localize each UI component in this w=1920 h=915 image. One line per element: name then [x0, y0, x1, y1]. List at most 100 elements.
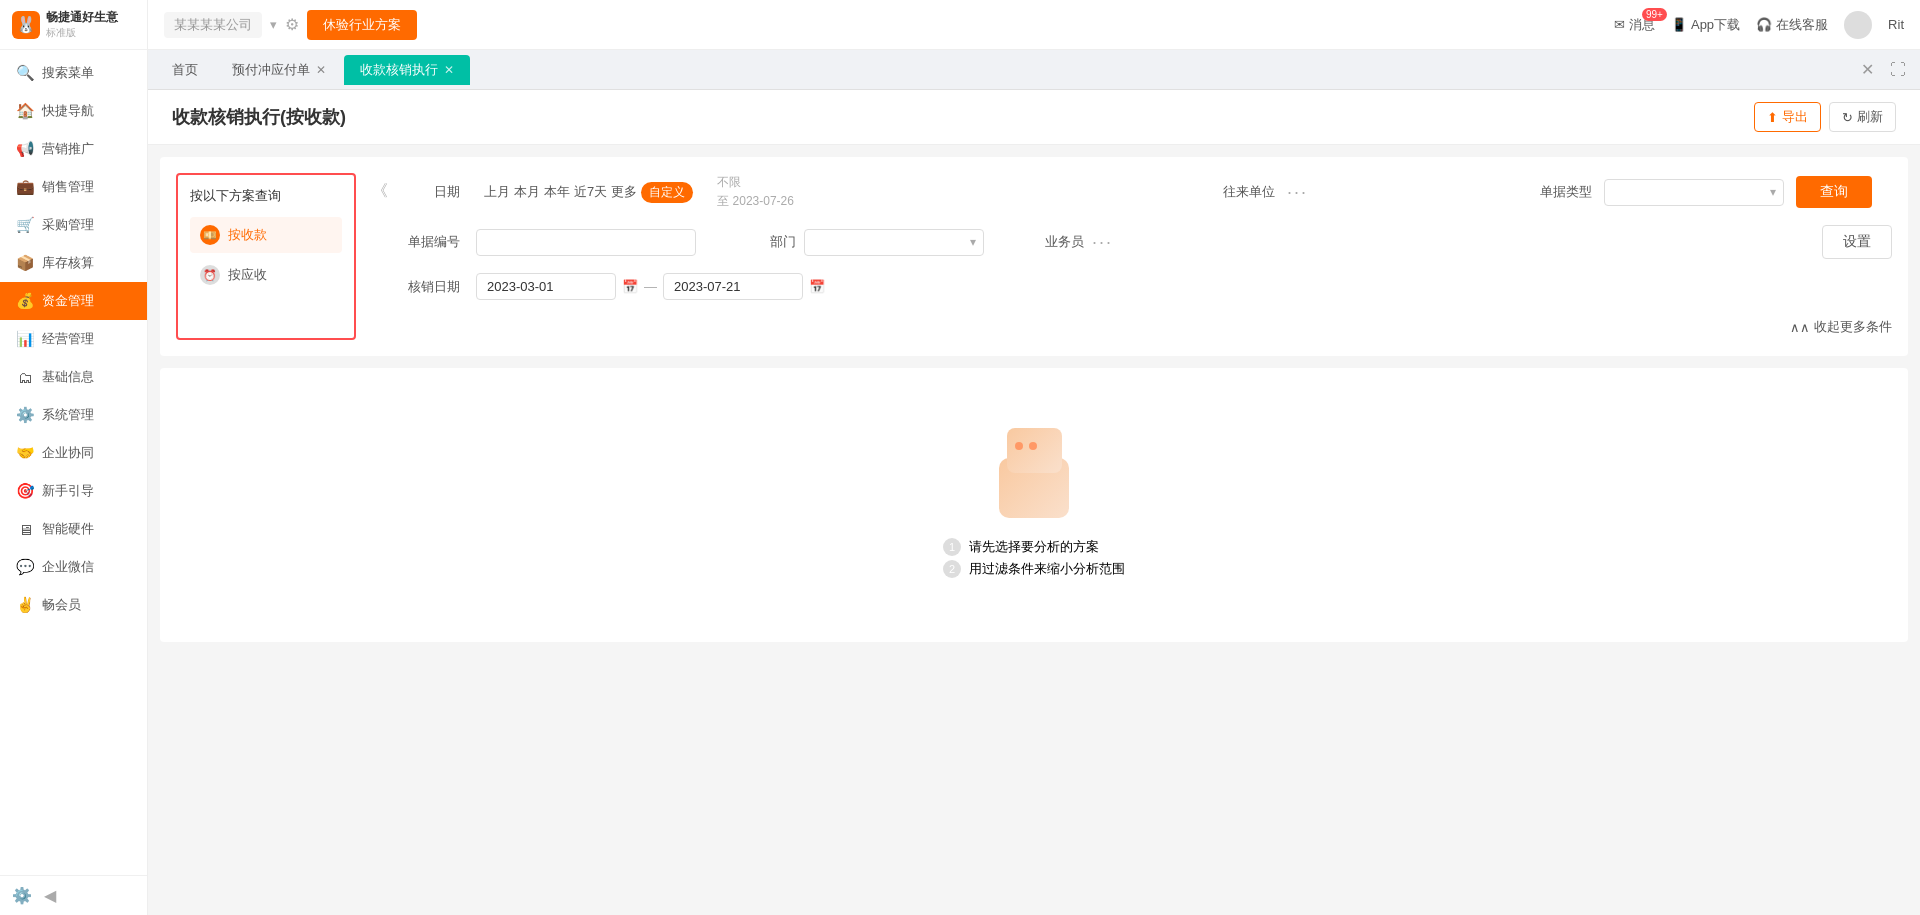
- close-tab-btn[interactable]: ✕: [1855, 58, 1880, 81]
- date-shortcut-more[interactable]: 更多: [611, 183, 637, 201]
- date-shortcut-7days[interactable]: 近7天: [574, 183, 607, 201]
- receivable-option-icon: ⏰: [200, 265, 220, 285]
- filter-row-date: 日期 上月 本月 本年 近7天 更多 自定义 不限 至 2023-07-26: [400, 173, 1892, 211]
- message-btn[interactable]: ✉ 消息 99+: [1614, 16, 1655, 34]
- top-bar-right: ✉ 消息 99+ 📱 App下载 🎧 在线客服 Rit: [1614, 11, 1904, 39]
- message-badge: 99+: [1642, 8, 1667, 21]
- sales-icon: 💼: [16, 178, 34, 196]
- page-header: 收款核销执行(按收款) ⬆ 导出 ↻ 刷新: [148, 90, 1920, 145]
- user-name[interactable]: Rit: [1888, 17, 1904, 32]
- collapse-sidebar-icon[interactable]: ◀: [44, 886, 56, 905]
- main-area: 某某某某公司 ▾ ⚙ 休验行业方案 ✉ 消息 99+ 📱 App下载 🎧 在线客…: [148, 0, 1920, 915]
- refresh-btn[interactable]: ↻ 刷新: [1829, 102, 1896, 132]
- company-dropdown-icon[interactable]: ▾: [270, 17, 277, 32]
- top-bar-left: 某某某某公司 ▾ ⚙ 休验行业方案: [164, 10, 1602, 40]
- staff-label: 业务员: [1024, 233, 1084, 251]
- verify-date-label: 核销日期: [400, 278, 460, 296]
- tab-receipt-cancel[interactable]: 收款核销执行 ✕: [344, 55, 470, 85]
- megaphone-icon: 📢: [16, 140, 34, 158]
- sidebar-item-wechat[interactable]: 💬 企业微信: [0, 548, 147, 586]
- calendar-end-icon[interactable]: 📅: [809, 279, 825, 294]
- search-icon: 🔍: [16, 64, 34, 82]
- sidebar-item-marketing[interactable]: 📢 营销推广: [0, 130, 147, 168]
- gear-icon: ⚙️: [16, 406, 34, 424]
- filter-area: 按以下方案查询 💴 按收款 ⏰ 按应收 《 日期 上月: [160, 157, 1908, 356]
- tip-num-1: 1: [943, 538, 961, 556]
- filter-form: 日期 上月 本月 本年 近7天 更多 自定义 不限 至 2023-07-26: [400, 173, 1892, 340]
- order-type-select-wrapper: [1604, 179, 1784, 206]
- empty-tip-2: 2 用过滤条件来缩小分析范围: [943, 560, 1125, 578]
- box-icon: 📦: [16, 254, 34, 272]
- phone-icon: 📱: [1671, 17, 1687, 32]
- cart-icon: 🛒: [16, 216, 34, 234]
- counterpart-label: 往来单位: [1215, 183, 1275, 201]
- handshake-icon: 🤝: [16, 444, 34, 462]
- page-header-actions: ⬆ 导出 ↻ 刷新: [1754, 102, 1896, 144]
- dept-select[interactable]: [804, 229, 984, 256]
- settings-btn[interactable]: 设置: [1822, 225, 1892, 259]
- filter-sidebar-panel: 按以下方案查询 💴 按收款 ⏰ 按应收: [176, 173, 356, 340]
- order-type-label: 单据类型: [1532, 183, 1592, 201]
- sidebar-menu: 🔍 搜索菜单 🏠 快捷导航 📢 营销推广 💼 销售管理 🛒 采购管理 📦 库存核…: [0, 50, 147, 875]
- dept-select-wrapper: [804, 229, 984, 256]
- topbar-gear-icon[interactable]: ⚙: [285, 15, 299, 34]
- verify-date-start[interactable]: [476, 273, 616, 300]
- page-title: 收款核销执行(按收款): [172, 105, 346, 141]
- staff-input[interactable]: ···: [1092, 232, 1113, 253]
- sidebar-item-search[interactable]: 🔍 搜索菜单: [0, 54, 147, 92]
- sidebar-item-shortcuts[interactable]: 🏠 快捷导航: [0, 92, 147, 130]
- industry-btn[interactable]: 休验行业方案: [307, 10, 417, 40]
- order-no-input[interactable]: [476, 229, 696, 256]
- settings-bottom-icon[interactable]: ⚙️: [12, 886, 32, 905]
- sidebar-item-hardware[interactable]: 🖥 智能硬件: [0, 510, 147, 548]
- collapse-up-icon: ∧∧: [1790, 320, 1810, 335]
- sidebar: 🐰 畅捷通好生意 标准版 🔍 搜索菜单 🏠 快捷导航 📢 营销推广 💼 销售管理…: [0, 0, 148, 915]
- sidebar-bottom: ⚙️ ◀: [0, 875, 147, 915]
- filter-option-by-receivable[interactable]: ⏰ 按应收: [190, 257, 342, 293]
- expand-tab-btn[interactable]: ⛶: [1884, 59, 1912, 81]
- sidebar-item-system[interactable]: ⚙️ 系统管理: [0, 396, 147, 434]
- user-avatar[interactable]: [1844, 11, 1872, 39]
- filter-row-order: 单据编号 部门 业务员 ··· 设置: [400, 225, 1892, 259]
- empty-state: 1 请先选择要分析的方案 2 用过滤条件来缩小分析范围: [160, 368, 1908, 642]
- order-no-label: 单据编号: [400, 233, 460, 251]
- verify-date-end[interactable]: [663, 273, 803, 300]
- sidebar-item-sales[interactable]: 💼 销售管理: [0, 168, 147, 206]
- filter-option-by-receipt[interactable]: 💴 按收款: [190, 217, 342, 253]
- service-icon: 🎧: [1756, 17, 1772, 32]
- logo-icon: 🐰: [12, 11, 40, 39]
- date-shortcut-this-month[interactable]: 本月: [514, 183, 540, 201]
- filter-collapse-btn[interactable]: 《: [372, 173, 392, 202]
- order-type-select[interactable]: [1604, 179, 1784, 206]
- tab-controls: ✕ ⛶: [1855, 58, 1912, 81]
- tab-receipt-cancel-close[interactable]: ✕: [444, 63, 454, 77]
- sidebar-item-member[interactable]: ✌ 畅会员: [0, 586, 147, 624]
- top-bar: 某某某某公司 ▾ ⚙ 休验行业方案 ✉ 消息 99+ 📱 App下载 🎧 在线客…: [148, 0, 1920, 50]
- sidebar-item-inventory[interactable]: 📦 库存核算: [0, 244, 147, 282]
- sidebar-item-purchase[interactable]: 🛒 采购管理: [0, 206, 147, 244]
- date-no-limit: 不限: [717, 173, 794, 192]
- tab-home[interactable]: 首页: [156, 55, 214, 85]
- sidebar-item-funds[interactable]: 💰 资金管理: [0, 282, 147, 320]
- date-shortcut-this-year[interactable]: 本年: [544, 183, 570, 201]
- tab-prepay[interactable]: 预付冲应付单 ✕: [216, 55, 342, 85]
- calendar-start-icon[interactable]: 📅: [622, 279, 638, 294]
- counterpart-input[interactable]: ···: [1287, 182, 1308, 203]
- collapse-more-btn[interactable]: ∧∧ 收起更多条件: [400, 314, 1892, 340]
- date-custom-badge[interactable]: 自定义: [641, 182, 693, 203]
- export-btn[interactable]: ⬆ 导出: [1754, 102, 1821, 132]
- date-shortcut-last-month[interactable]: 上月: [484, 183, 510, 201]
- sidebar-item-operations[interactable]: 📊 经营管理: [0, 320, 147, 358]
- online-service-btn[interactable]: 🎧 在线客服: [1756, 16, 1828, 34]
- sidebar-item-enterprise[interactable]: 🤝 企业协同: [0, 434, 147, 472]
- company-selector[interactable]: 某某某某公司: [164, 12, 262, 38]
- sidebar-item-basic[interactable]: 🗂 基础信息: [0, 358, 147, 396]
- app-download-btn[interactable]: 📱 App下载: [1671, 16, 1740, 34]
- empty-tip-1: 1 请先选择要分析的方案: [943, 538, 1125, 556]
- message-icon: ✉: [1614, 17, 1625, 32]
- date-shortcuts: 上月 本月 本年 近7天 更多 自定义: [484, 182, 693, 203]
- sidebar-item-guide[interactable]: 🎯 新手引导: [0, 472, 147, 510]
- query-btn[interactable]: 查询: [1796, 176, 1872, 208]
- tab-prepay-close[interactable]: ✕: [316, 63, 326, 77]
- home-icon: 🏠: [16, 102, 34, 120]
